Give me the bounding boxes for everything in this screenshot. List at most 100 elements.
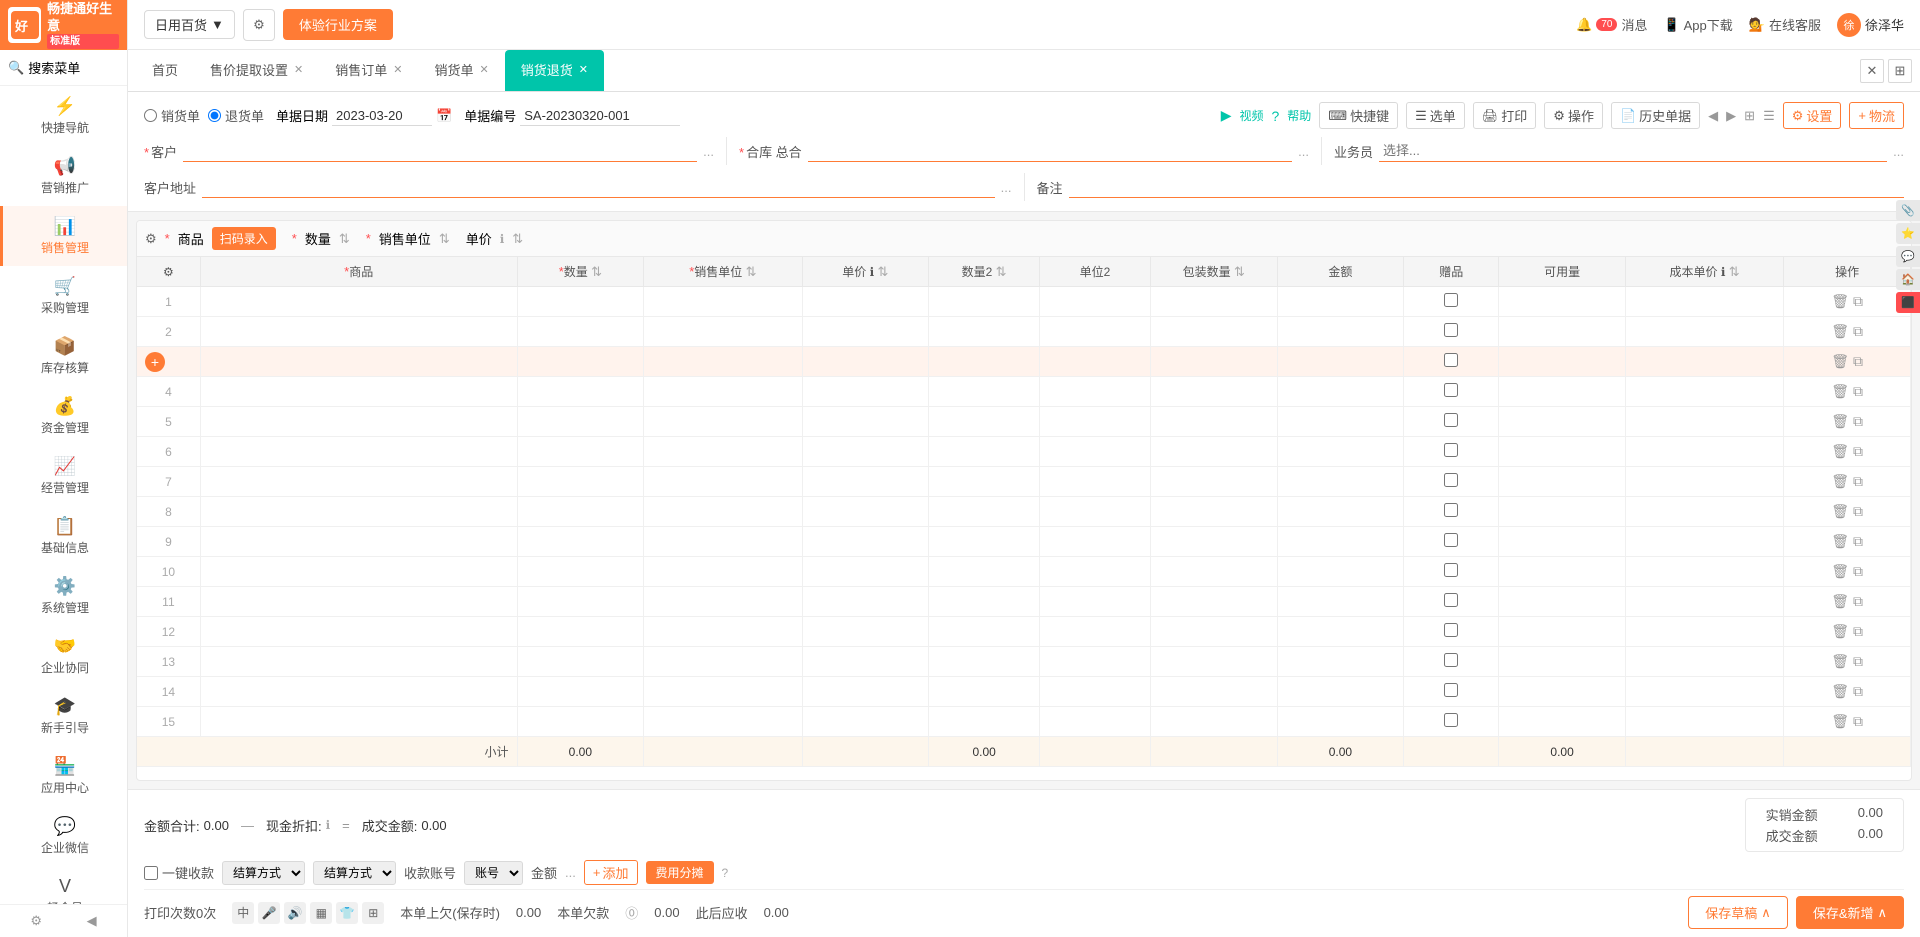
delete-row-icon[interactable]: 🗑 (1831, 563, 1849, 580)
copy-row-icon[interactable]: ⧉ (1853, 503, 1863, 520)
barcode-icon[interactable]: ▦ (310, 902, 332, 924)
row-pack-qty[interactable] (1150, 587, 1277, 617)
row-cost-price[interactable] (1625, 497, 1783, 527)
delete-row-icon[interactable]: 🗑 (1831, 323, 1849, 340)
delete-row-icon[interactable]: 🗑 (1831, 653, 1849, 670)
copy-row-icon[interactable]: ⧉ (1853, 563, 1863, 580)
fee-split-btn[interactable]: 费用分摊 (646, 861, 714, 884)
row-gift[interactable] (1404, 347, 1499, 377)
row-pack-qty[interactable] (1150, 467, 1277, 497)
gift-checkbox[interactable] (1444, 353, 1458, 367)
row-amount[interactable] (1277, 617, 1404, 647)
row-qty2[interactable] (929, 677, 1040, 707)
add-row-btn[interactable]: + (145, 352, 165, 372)
row-quantity[interactable] (517, 317, 644, 347)
row-available[interactable] (1499, 467, 1626, 497)
staff-dots[interactable]: ... (1893, 144, 1904, 159)
row-gift[interactable] (1404, 377, 1499, 407)
date-input[interactable] (332, 106, 432, 126)
online-service-btn[interactable]: 💁 在线客服 (1749, 15, 1821, 34)
account-select[interactable]: 账号 (464, 861, 523, 885)
row-product[interactable] (200, 617, 517, 647)
row-sales-unit[interactable] (644, 287, 802, 317)
more-tabs-btn[interactable]: ⊞ (1888, 59, 1912, 83)
row-unit-price[interactable] (802, 467, 929, 497)
staff-input[interactable] (1379, 140, 1887, 162)
row-gift[interactable] (1404, 407, 1499, 437)
row-cost-price[interactable] (1625, 347, 1783, 377)
tshirt-icon[interactable]: 👕 (336, 902, 358, 924)
row-quantity[interactable] (517, 587, 644, 617)
warehouse-input[interactable] (808, 140, 1292, 162)
row-amount[interactable] (1277, 587, 1404, 617)
address-dots[interactable]: ... (1001, 180, 1012, 195)
settings-btn[interactable]: ⚙ 设置 (1783, 102, 1842, 129)
topbar-settings-btn[interactable]: ⚙ (243, 9, 275, 41)
row-cost-price[interactable] (1625, 617, 1783, 647)
delete-row-icon[interactable]: 🗑 (1831, 413, 1849, 430)
row-pack-qty[interactable] (1150, 647, 1277, 677)
row-available[interactable] (1499, 677, 1626, 707)
row-gift[interactable] (1404, 617, 1499, 647)
row-cost-price[interactable] (1625, 587, 1783, 617)
close-tab-btn[interactable]: ✕ (1860, 59, 1884, 83)
row-qty2[interactable] (929, 527, 1040, 557)
row-sales-unit[interactable] (644, 437, 802, 467)
row-amount[interactable] (1277, 347, 1404, 377)
row-unit2[interactable] (1040, 497, 1151, 527)
right-panel-star[interactable]: ⭐ (1896, 223, 1920, 244)
row-pack-qty[interactable] (1150, 287, 1277, 317)
save-new-btn[interactable]: 保存&新增 ∧ (1796, 896, 1904, 929)
sidebar-item-finance[interactable]: 💰 资金管理 (0, 386, 127, 446)
settings-footer-icon[interactable]: ⚙ (30, 913, 42, 929)
gift-checkbox[interactable] (1444, 533, 1458, 547)
account-dots[interactable]: ... (565, 865, 576, 880)
row-qty2[interactable] (929, 647, 1040, 677)
row-pack-qty[interactable] (1150, 677, 1277, 707)
row-qty2[interactable] (929, 347, 1040, 377)
select-btn[interactable]: ☰ 选单 (1406, 102, 1465, 129)
delete-row-icon[interactable]: 🗑 (1831, 293, 1849, 310)
row-product[interactable] (200, 497, 517, 527)
tab-sales-return[interactable]: 销货退货 ✕ (505, 50, 604, 91)
industry-dropdown[interactable]: 日用百货 ▼ (144, 10, 235, 39)
row-unit2[interactable] (1040, 677, 1151, 707)
row-available[interactable] (1499, 407, 1626, 437)
delete-row-icon[interactable]: 🗑 (1831, 683, 1849, 700)
row-sales-unit[interactable] (644, 377, 802, 407)
row-gift[interactable] (1404, 707, 1499, 737)
row-unit2[interactable] (1040, 587, 1151, 617)
row-pack-qty[interactable] (1150, 347, 1277, 377)
address-input[interactable] (202, 176, 995, 198)
row-product[interactable] (200, 707, 517, 737)
sidebar-item-guide[interactable]: 🎓 新手引导 (0, 686, 127, 746)
sidebar-item-system[interactable]: ⚙️ 系统管理 (0, 566, 127, 626)
row-unit2[interactable] (1040, 377, 1151, 407)
row-unit-price[interactable] (802, 377, 929, 407)
list-view-btn[interactable]: ☰ (1763, 108, 1775, 124)
row-product[interactable] (200, 647, 517, 677)
copy-row-icon[interactable]: ⧉ (1853, 413, 1863, 430)
tab-sales-order[interactable]: 销售订单 ✕ (319, 50, 418, 91)
next-record-btn[interactable]: ▶ (1726, 108, 1736, 124)
row-sales-unit[interactable] (644, 347, 802, 377)
calc-method-select[interactable]: 结算方式 (313, 861, 396, 885)
row-gift[interactable] (1404, 317, 1499, 347)
row-sales-unit[interactable] (644, 707, 802, 737)
search-menu[interactable]: 🔍 搜索菜单 (0, 50, 127, 86)
row-pack-qty[interactable] (1150, 617, 1277, 647)
row-pack-qty[interactable] (1150, 527, 1277, 557)
delete-row-icon[interactable]: 🗑 (1831, 713, 1849, 730)
row-product[interactable] (200, 407, 517, 437)
print-btn[interactable]: 🖨 打印 (1473, 102, 1537, 129)
row-unit2[interactable] (1040, 707, 1151, 737)
row-gift[interactable] (1404, 527, 1499, 557)
radio-return-input[interactable] (208, 109, 221, 122)
row-cost-price[interactable] (1625, 557, 1783, 587)
customer-dots[interactable]: ... (703, 144, 714, 159)
warehouse-dots[interactable]: ... (1298, 144, 1309, 159)
sidebar-item-sales[interactable]: 📊 销售管理 (0, 206, 127, 266)
row-unit2[interactable] (1040, 407, 1151, 437)
sidebar-item-inventory[interactable]: 📦 库存核算 (0, 326, 127, 386)
row-unit-price[interactable] (802, 647, 929, 677)
